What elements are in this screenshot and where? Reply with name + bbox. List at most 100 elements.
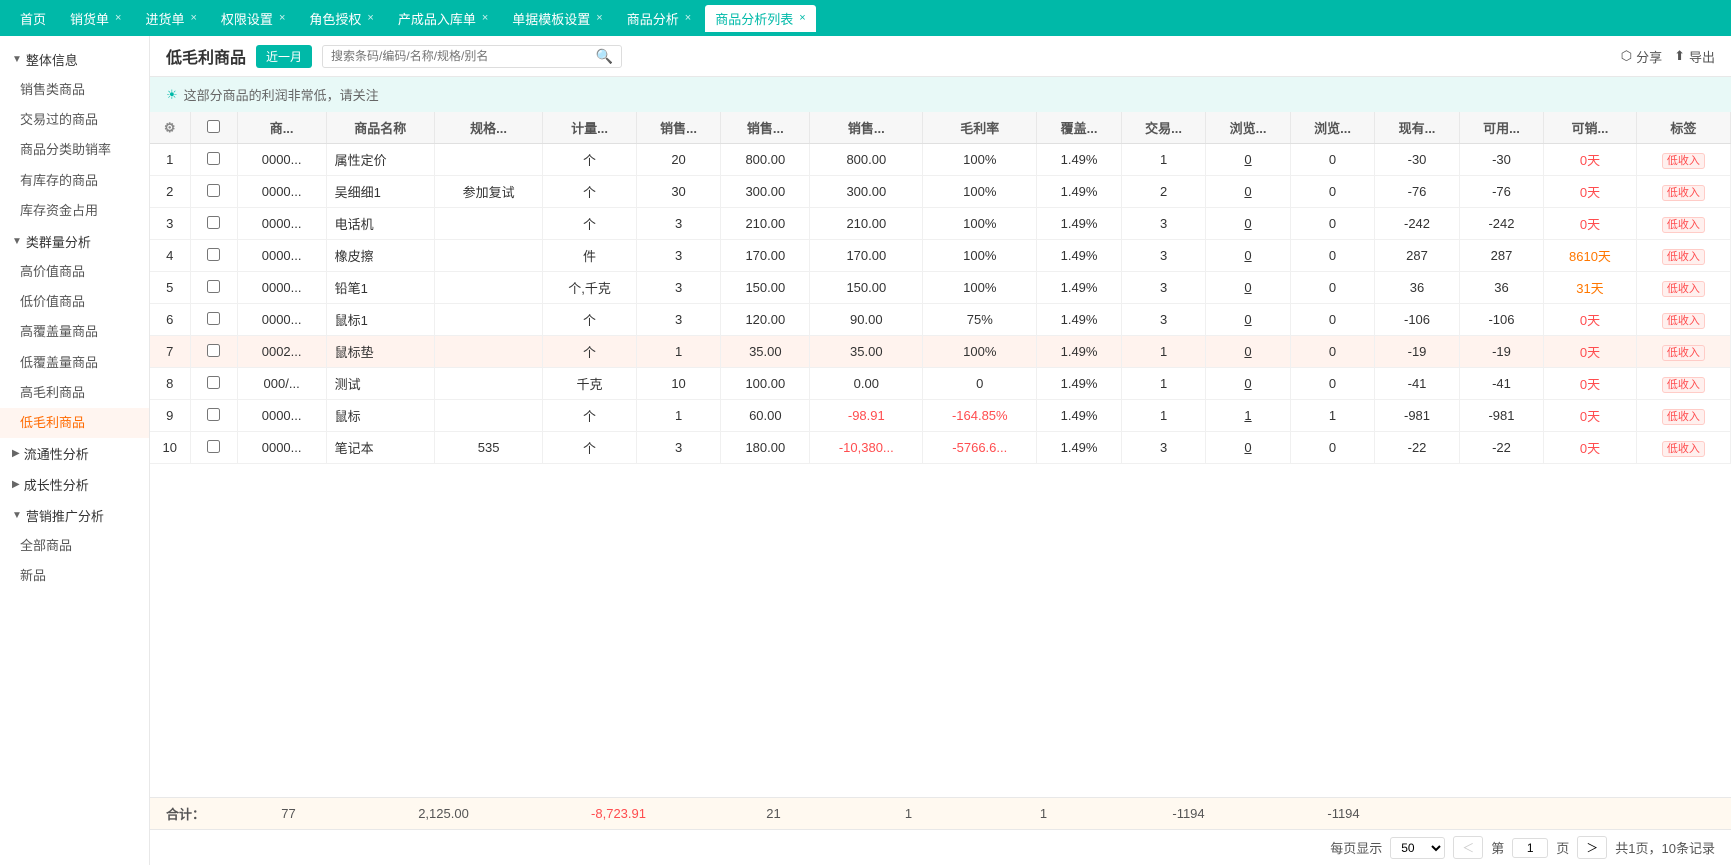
view1-link-0[interactable]: 0 [1244, 152, 1251, 167]
cell-num-5: 6 [150, 304, 190, 336]
cell-check-6[interactable] [190, 336, 237, 368]
sidebar-group-cluster[interactable]: ▼ 类群量分析 [0, 226, 149, 257]
view1-link-2[interactable]: 0 [1244, 216, 1251, 231]
cell-name-0[interactable]: 属性定价 [326, 144, 434, 176]
cell-check-0[interactable] [190, 144, 237, 176]
sidebar-item-traded-goods[interactable]: 交易过的商品 [0, 105, 149, 135]
nav-item-goods-analysis[interactable]: 商品分析 × [617, 5, 701, 32]
sidebar-item-low-margin[interactable]: 低毛利商品 [0, 408, 149, 438]
nav-close-product-in[interactable]: × [482, 12, 488, 24]
sidebar-item-low-coverage[interactable]: 低覆盖量商品 [0, 348, 149, 378]
cell-check-1[interactable] [190, 176, 237, 208]
cell-coverage-3: 1.49% [1037, 240, 1122, 272]
share-button[interactable]: ⬡ 分享 [1621, 47, 1662, 66]
sidebar-group-flow[interactable]: ▶ 流通性分析 [0, 438, 149, 469]
nav-item-sales[interactable]: 销货单 × [60, 5, 131, 32]
cell-view1-4[interactable]: 0 [1206, 272, 1290, 304]
nav-close-sales[interactable]: × [115, 12, 121, 24]
period-button[interactable]: 近一月 [256, 45, 312, 68]
nav-close-role[interactable]: × [367, 12, 373, 24]
page-input[interactable] [1512, 838, 1548, 858]
cell-name-1[interactable]: 吴细细1 [326, 176, 434, 208]
view1-link-9[interactable]: 0 [1244, 440, 1251, 455]
row-checkbox-3[interactable] [207, 248, 220, 261]
cell-view1-9[interactable]: 0 [1206, 432, 1290, 464]
cell-name-9[interactable]: 笔记本 [326, 432, 434, 464]
sidebar-item-all-goods[interactable]: 全部商品 [0, 531, 149, 561]
cell-name-2[interactable]: 电话机 [326, 208, 434, 240]
next-page-button[interactable]: ＞ [1577, 836, 1607, 859]
cell-view1-7[interactable]: 0 [1206, 368, 1290, 400]
row-checkbox-2[interactable] [207, 216, 220, 229]
cell-name-7[interactable]: 测试 [326, 368, 434, 400]
nav-close-goods-analysis[interactable]: × [685, 12, 691, 24]
row-checkbox-5[interactable] [207, 312, 220, 325]
cell-name-3[interactable]: 橡皮擦 [326, 240, 434, 272]
nav-item-home[interactable]: 首页 [10, 5, 56, 32]
view1-link-8[interactable]: 1 [1244, 408, 1251, 423]
nav-close-permission[interactable]: × [279, 12, 285, 24]
cell-view1-1[interactable]: 0 [1206, 176, 1290, 208]
sidebar-item-low-value[interactable]: 低价值商品 [0, 287, 149, 317]
cell-name-4[interactable]: 铅笔1 [326, 272, 434, 304]
nav-close-goods-list[interactable]: × [799, 12, 805, 24]
view1-link-5[interactable]: 0 [1244, 312, 1251, 327]
nav-close-purchase[interactable]: × [190, 12, 196, 24]
nav-item-role[interactable]: 角色授权 × [299, 5, 383, 32]
cell-view1-0[interactable]: 0 [1206, 144, 1290, 176]
sidebar-item-high-coverage[interactable]: 高覆盖量商品 [0, 317, 149, 347]
row-checkbox-0[interactable] [207, 152, 220, 165]
prev-page-button[interactable]: ＜ [1453, 836, 1483, 859]
cell-view1-2[interactable]: 0 [1206, 208, 1290, 240]
row-checkbox-9[interactable] [207, 440, 220, 453]
page-title: 低毛利商品 [166, 44, 246, 68]
nav-item-purchase[interactable]: 进货单 × [135, 5, 206, 32]
cell-check-5[interactable] [190, 304, 237, 336]
row-checkbox-1[interactable] [207, 184, 220, 197]
cell-check-4[interactable] [190, 272, 237, 304]
cell-check-9[interactable] [190, 432, 237, 464]
cell-check-8[interactable] [190, 400, 237, 432]
cell-check-2[interactable] [190, 208, 237, 240]
sidebar-group-marketing[interactable]: ▼ 营销推广分析 [0, 500, 149, 531]
row-checkbox-7[interactable] [207, 376, 220, 389]
cell-view1-5[interactable]: 0 [1206, 304, 1290, 336]
view1-link-1[interactable]: 0 [1244, 184, 1251, 199]
sidebar-group-overall[interactable]: ▼ 整体信息 [0, 44, 149, 75]
nav-item-template[interactable]: 单据模板设置 × [502, 5, 612, 32]
view1-link-7[interactable]: 0 [1244, 376, 1251, 391]
cell-gross-rate-6: 100% [923, 336, 1037, 368]
sidebar-item-high-margin[interactable]: 高毛利商品 [0, 378, 149, 408]
row-checkbox-6[interactable] [207, 344, 220, 357]
sidebar-item-new-goods[interactable]: 新品 [0, 561, 149, 591]
search-input[interactable] [331, 49, 596, 63]
page-size-select[interactable]: 10 20 50 100 [1390, 837, 1445, 859]
col-setting[interactable]: ⚙ [150, 112, 190, 144]
nav-item-product-in[interactable]: 产成品入库单 × [388, 5, 498, 32]
nav-item-permission[interactable]: 权限设置 × [211, 5, 295, 32]
row-checkbox-8[interactable] [207, 408, 220, 421]
cell-view1-3[interactable]: 0 [1206, 240, 1290, 272]
col-check-all[interactable] [190, 112, 237, 144]
cell-name-5[interactable]: 鼠标1 [326, 304, 434, 336]
sidebar-item-stock-funds[interactable]: 库存资金占用 [0, 196, 149, 226]
check-all[interactable] [207, 120, 220, 133]
nav-item-goods-list[interactable]: 商品分析列表 × [705, 5, 815, 32]
cell-check-7[interactable] [190, 368, 237, 400]
view1-link-6[interactable]: 0 [1244, 344, 1251, 359]
sidebar-item-category-rate[interactable]: 商品分类助销率 [0, 135, 149, 165]
export-button[interactable]: ⬆ 导出 [1674, 47, 1715, 66]
view1-link-4[interactable]: 0 [1244, 280, 1251, 295]
row-checkbox-4[interactable] [207, 280, 220, 293]
cell-name-8[interactable]: 鼠标 [326, 400, 434, 432]
sidebar-item-high-value[interactable]: 高价值商品 [0, 257, 149, 287]
sidebar-group-growth[interactable]: ▶ 成长性分析 [0, 469, 149, 500]
cell-view1-8[interactable]: 1 [1206, 400, 1290, 432]
view1-link-3[interactable]: 0 [1244, 248, 1251, 263]
nav-close-template[interactable]: × [596, 12, 602, 24]
sidebar-item-stock-goods[interactable]: 有库存的商品 [0, 166, 149, 196]
cell-view1-6[interactable]: 0 [1206, 336, 1290, 368]
cell-name-6[interactable]: 鼠标垫 [326, 336, 434, 368]
sidebar-item-sales-goods[interactable]: 销售类商品 [0, 75, 149, 105]
cell-check-3[interactable] [190, 240, 237, 272]
